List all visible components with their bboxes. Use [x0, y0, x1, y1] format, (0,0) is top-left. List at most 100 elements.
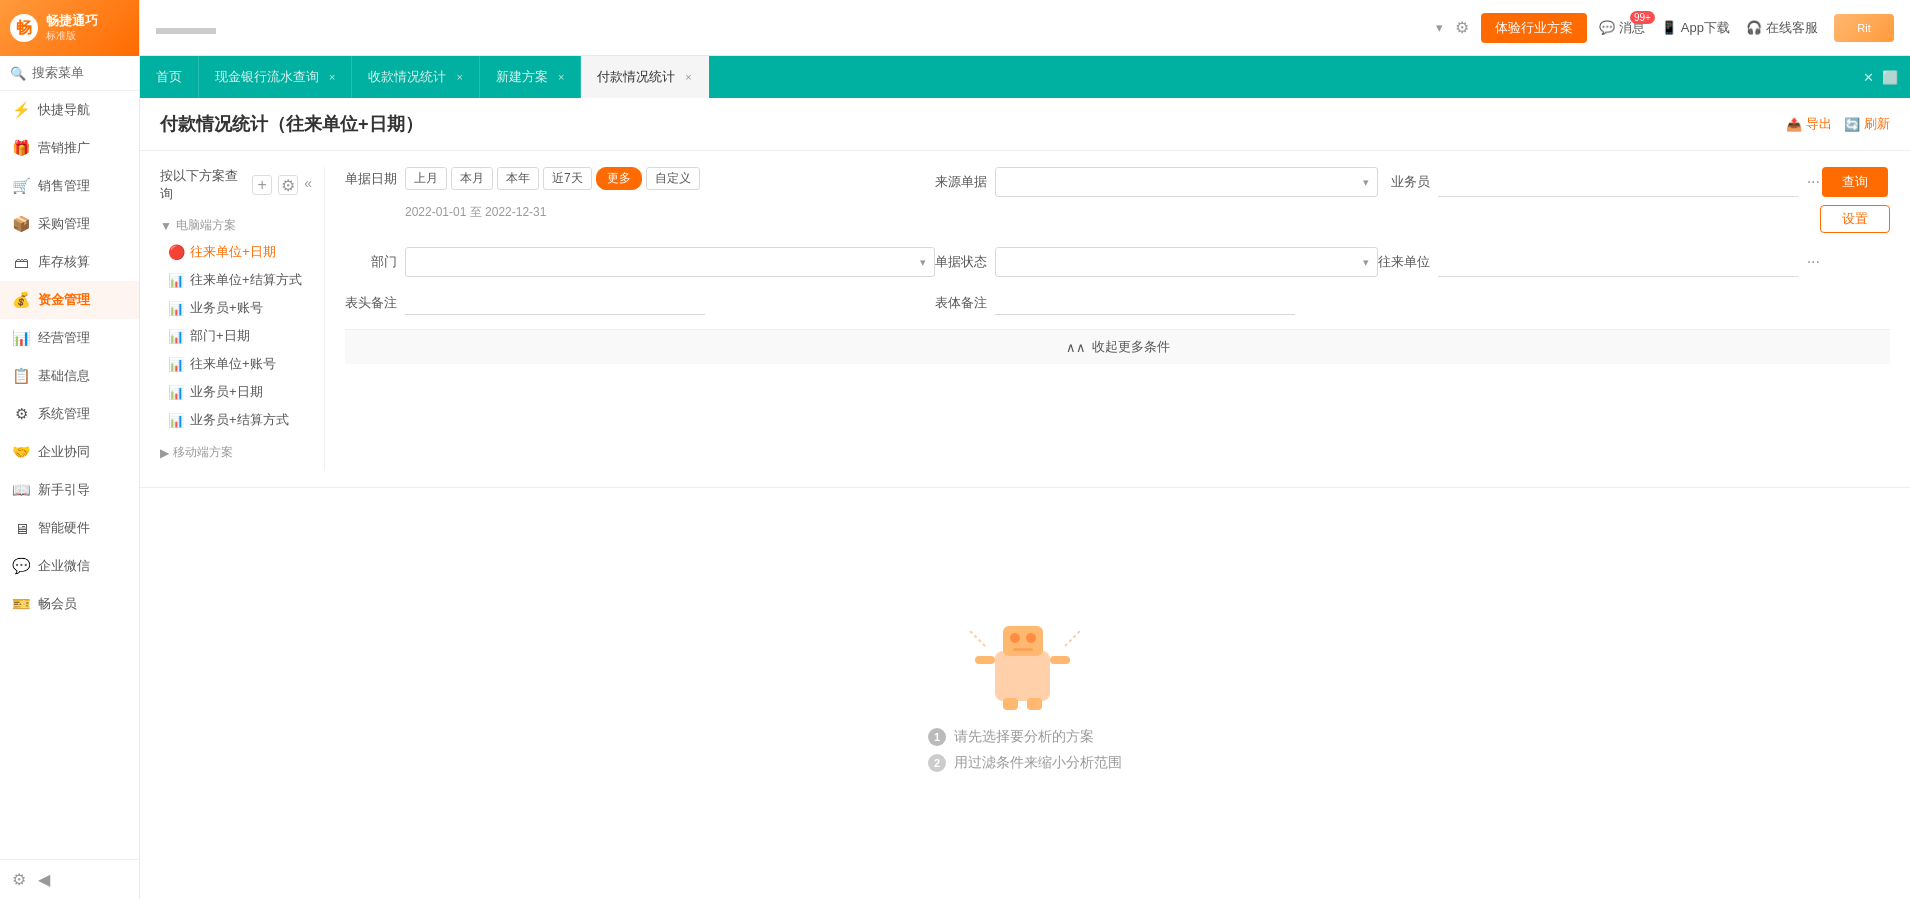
sales-icon: 🛒	[12, 177, 30, 195]
svg-rect-0	[995, 651, 1050, 701]
query-btn[interactable]: 查询	[1822, 167, 1888, 197]
sidebar-item-marketing[interactable]: 🎁 营销推广	[0, 129, 139, 167]
breadcrumb: ▬▬▬	[156, 16, 1424, 39]
tab-bank-flow[interactable]: 现金银行流水查询 ×	[199, 56, 352, 98]
online-service[interactable]: 🎧 在线客服	[1746, 19, 1818, 37]
settings-icon[interactable]: ⚙	[1455, 18, 1469, 37]
date-last-7days[interactable]: 近7天	[543, 167, 592, 190]
filter-area: 按以下方案查询 + ⚙ « ▼ 电脑端方案 🔴 往来单位+日期	[140, 151, 1910, 488]
counterparty-select[interactable]	[1438, 247, 1799, 277]
scheme-settings-btn[interactable]: ⚙	[278, 175, 298, 195]
empty-robot-svg	[965, 616, 1085, 716]
svg-rect-1	[1003, 626, 1043, 656]
tab-receipt-stat-close[interactable]: ×	[456, 71, 462, 83]
body-note-input[interactable]	[995, 291, 1295, 315]
tab-payment-stat-close[interactable]: ×	[685, 71, 691, 83]
svg-line-10	[1065, 631, 1080, 646]
tab-payment-stat[interactable]: 付款情况统计 ×	[581, 56, 708, 98]
sidebar-item-guide[interactable]: 📖 新手引导	[0, 471, 139, 509]
export-btn[interactable]: 📤 导出	[1786, 115, 1832, 133]
search-menu[interactable]: 🔍 搜索菜单	[0, 56, 139, 91]
user-avatar[interactable]: Rit	[1834, 14, 1894, 42]
dropdown-icon[interactable]: ▾	[1436, 20, 1443, 35]
sidebar-item-operation[interactable]: 📊 经营管理	[0, 319, 139, 357]
date-last-month[interactable]: 上月	[405, 167, 447, 190]
footer-collapse-icon[interactable]: ◀	[38, 870, 50, 889]
enterprise-icon: 🤝	[12, 443, 30, 461]
tab-maximize-icon[interactable]: ⬜	[1882, 70, 1898, 85]
sidebar-item-label: 经营管理	[38, 329, 90, 347]
tabs-controls: ✕ ⬜	[1851, 56, 1910, 98]
scheme-counterparty-date[interactable]: 🔴 往来单位+日期	[160, 238, 312, 266]
svg-line-9	[970, 631, 985, 646]
date-more[interactable]: 更多	[596, 167, 642, 190]
tab-bank-flow-close[interactable]: ×	[329, 71, 335, 83]
sidebar-item-enterprise[interactable]: 🤝 企业协同	[0, 433, 139, 471]
scheme-counterparty-account[interactable]: 📊 往来单位+账号	[160, 350, 312, 378]
settings-btn[interactable]: 设置	[1820, 205, 1890, 233]
app-download[interactable]: 📱 App下载	[1661, 19, 1730, 37]
scheme-collapse-btn[interactable]: «	[304, 175, 312, 195]
field-salesperson: 业务员 ···	[1378, 167, 1821, 197]
salesperson-more-btn[interactable]: ···	[1807, 173, 1820, 191]
tab-new-plan[interactable]: 新建方案 ×	[480, 56, 581, 98]
sidebar-item-system[interactable]: ⚙ 系统管理	[0, 395, 139, 433]
scheme-staff-account[interactable]: 📊 业务员+账号	[160, 294, 312, 322]
shortcut-icon: ⚡	[12, 101, 30, 119]
doc-status-label: 单据状态	[935, 253, 987, 271]
dept-select[interactable]: ▾	[405, 247, 935, 277]
refresh-btn[interactable]: 🔄 刷新	[1844, 115, 1890, 133]
sidebar-item-inventory[interactable]: 🗃 库存核算	[0, 243, 139, 281]
sidebar-item-purchase[interactable]: 📦 采购管理	[0, 205, 139, 243]
mobile-group-label: ▶ 移动端方案	[160, 440, 312, 465]
svg-rect-8	[1027, 698, 1042, 710]
filter-row-3: 表头备注 表体备注	[345, 291, 1890, 315]
svg-rect-5	[975, 656, 995, 664]
date-custom[interactable]: 自定义	[646, 167, 700, 190]
scheme-label: 业务员+日期	[190, 383, 263, 401]
sidebar-item-sales[interactable]: 🛒 销售管理	[0, 167, 139, 205]
desktop-group-arrow[interactable]: ▼	[160, 219, 172, 233]
sidebar-item-label: 营销推广	[38, 139, 90, 157]
date-label: 单据日期	[345, 170, 397, 188]
tab-new-plan-close[interactable]: ×	[558, 71, 564, 83]
tip-num-2: 2	[928, 754, 946, 772]
date-shortcuts: 上月 本月 本年 近7天 更多 自定义	[405, 167, 700, 190]
tip-num-1: 1	[928, 728, 946, 746]
date-this-year[interactable]: 本年	[497, 167, 539, 190]
salesperson-select[interactable]	[1438, 167, 1799, 197]
scheme-dept-date[interactable]: 📊 部门+日期	[160, 322, 312, 350]
counterparty-more-btn[interactable]: ···	[1807, 253, 1820, 271]
sidebar-item-member[interactable]: 🎫 畅会员	[0, 585, 139, 623]
guide-icon: 📖	[12, 481, 30, 499]
scheme-staff-date[interactable]: 📊 业务员+日期	[160, 378, 312, 406]
sidebar-item-basic[interactable]: 📋 基础信息	[0, 357, 139, 395]
date-this-month[interactable]: 本月	[451, 167, 493, 190]
mobile-group-arrow[interactable]: ▶	[160, 446, 169, 460]
source-select[interactable]: ▾	[995, 167, 1378, 197]
scheme-icon: 📊	[168, 301, 184, 316]
sidebar-item-finance[interactable]: 💰 资金管理	[0, 281, 139, 319]
body-note-label: 表体备注	[935, 294, 987, 312]
empty-tip-2: 2 用过滤条件来缩小分析范围	[928, 754, 1122, 772]
trial-btn[interactable]: 体验行业方案	[1481, 13, 1587, 43]
sidebar-item-label: 销售管理	[38, 177, 90, 195]
source-dropdown-arrow: ▾	[1363, 176, 1369, 189]
sidebar-item-label: 企业微信	[38, 557, 90, 575]
sidebar-item-wechat[interactable]: 💬 企业微信	[0, 547, 139, 585]
add-scheme-btn[interactable]: +	[252, 175, 272, 195]
sidebar-item-shortcut[interactable]: ⚡ 快捷导航	[0, 91, 139, 129]
doc-status-select[interactable]: ▾	[995, 247, 1378, 277]
collapse-more-conditions[interactable]: ∧∧ 收起更多条件	[345, 329, 1890, 364]
header-note-input[interactable]	[405, 291, 705, 315]
empty-illustration	[975, 616, 1075, 716]
scheme-label: 往来单位+账号	[190, 355, 276, 373]
messages-badge[interactable]: 💬 消息 99+	[1599, 19, 1645, 37]
tab-home[interactable]: 首页	[140, 56, 199, 98]
scheme-counterparty-settle[interactable]: 📊 往来单位+结算方式	[160, 266, 312, 294]
tab-receipt-stat[interactable]: 收款情况统计 ×	[352, 56, 479, 98]
sidebar-item-hardware[interactable]: 🖥 智能硬件	[0, 509, 139, 547]
footer-settings-icon[interactable]: ⚙	[12, 870, 26, 889]
scheme-staff-settle[interactable]: 📊 业务员+结算方式	[160, 406, 312, 434]
tab-close-all-icon[interactable]: ✕	[1863, 70, 1874, 85]
